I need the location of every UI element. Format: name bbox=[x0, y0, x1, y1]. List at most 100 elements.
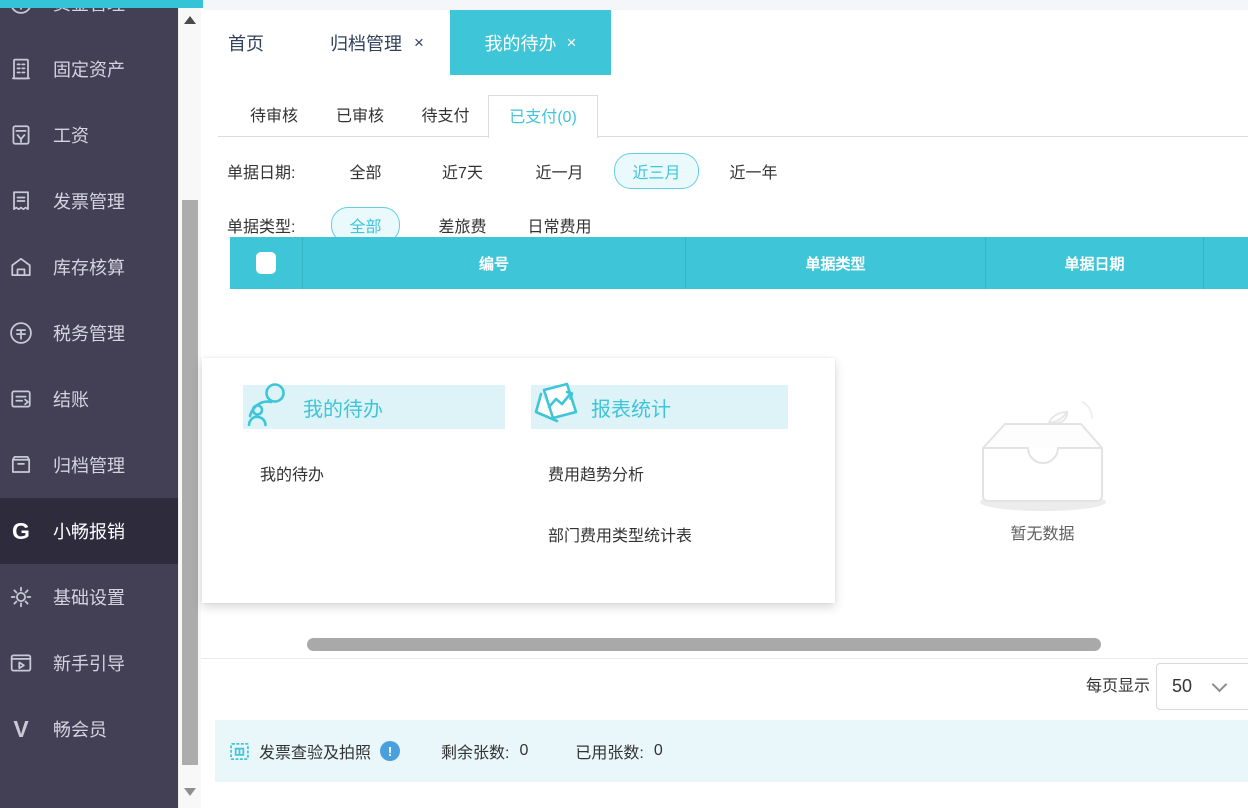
section-items: 我的待办 bbox=[243, 461, 505, 485]
used-count-label: 已用张数: bbox=[575, 745, 644, 762]
page-size-label: 每页显示 bbox=[1085, 678, 1150, 695]
filter-type-travel[interactable]: 差旅费 bbox=[414, 213, 511, 237]
horizontal-scrollbar-thumb[interactable] bbox=[307, 638, 1101, 651]
sidebar-scrollbar[interactable] bbox=[178, 0, 201, 808]
checkout-icon bbox=[6, 384, 36, 414]
table-column-number: 编号 bbox=[302, 237, 685, 289]
section-header-todo: 我的待办 bbox=[243, 383, 505, 429]
table-column-extra bbox=[1203, 237, 1248, 289]
sidebar-item-label: 基础设置 bbox=[53, 588, 125, 608]
settings-gear-icon bbox=[6, 582, 36, 612]
pagination-bar: 每页显示 50 bbox=[201, 663, 1248, 710]
sidebar-item-payroll[interactable]: 工资 bbox=[0, 102, 178, 168]
bottom-divider bbox=[201, 658, 1248, 659]
empty-state: 暂无数据 bbox=[955, 390, 1130, 544]
sidebar-item-label: 工资 bbox=[53, 126, 89, 146]
sidebar-item-label: 库存核算 bbox=[53, 258, 125, 278]
remaining-count-label: 剩余张数: bbox=[441, 745, 510, 762]
selected-pill[interactable]: 近三月 bbox=[614, 153, 699, 189]
sidebar-item-tax[interactable]: 税务管理 bbox=[0, 300, 178, 366]
subtab-reviewed[interactable]: 已审核 bbox=[333, 96, 387, 138]
sidebar-menu: 资金管理 固定资产 工资 发票管理 bbox=[0, 0, 178, 762]
select-all-checkbox[interactable] bbox=[256, 252, 276, 274]
invoice-stamp-icon bbox=[228, 740, 259, 763]
sidebar-item-label: 小畅报销 bbox=[53, 522, 125, 542]
quick-menu-section-todo: 我的待办 我的待办 bbox=[243, 383, 505, 485]
sidebar-scrollbar-thumb[interactable] bbox=[182, 200, 198, 765]
archive-icon bbox=[6, 450, 36, 480]
filter-type-daily[interactable]: 日常费用 bbox=[511, 213, 608, 237]
close-icon[interactable]: × bbox=[567, 33, 577, 53]
sidebar-item-label: 固定资产 bbox=[53, 60, 125, 80]
quick-menu-popup: 我的待办 我的待办 报表统计 费用趋势分析 部门费用类型统计表 bbox=[202, 358, 835, 603]
status-sub-tabs: 待审核 已审核 待支付 已支付(0) bbox=[201, 95, 1248, 138]
sidebar-top-accent-strip bbox=[0, 0, 203, 8]
page-size-value: 50 bbox=[1172, 676, 1193, 696]
sidebar-item-label: 畅会员 bbox=[53, 720, 107, 740]
filter-date-1year[interactable]: 近一年 bbox=[705, 159, 802, 183]
empty-box-icon bbox=[980, 401, 1106, 511]
subtab-pending-review[interactable]: 待审核 bbox=[247, 96, 301, 138]
quick-menu-item-dept-expense-table[interactable]: 部门费用类型统计表 bbox=[548, 522, 788, 546]
tab-archive-management[interactable]: 归档管理 × bbox=[330, 10, 424, 75]
info-icon[interactable]: ! bbox=[380, 741, 401, 761]
app-window: 资金管理 固定资产 工资 发票管理 bbox=[0, 0, 1248, 808]
filter-date-label: 单据日期: bbox=[227, 165, 296, 182]
main-tab-bar: 首页 归档管理 × 我的待办 × bbox=[201, 10, 1248, 88]
todo-person-icon bbox=[247, 383, 285, 427]
payroll-icon bbox=[6, 120, 36, 150]
subtab-paid[interactable]: 已支付(0) bbox=[488, 95, 598, 138]
tax-icon bbox=[6, 318, 36, 348]
invoice-icon bbox=[6, 186, 36, 216]
inventory-icon bbox=[6, 252, 36, 282]
filter-date-3months-selected[interactable]: 近三月 bbox=[608, 153, 705, 189]
sidebar-item-settings[interactable]: 基础设置 bbox=[0, 564, 178, 630]
invoice-check-label[interactable]: 发票查验及拍照 bbox=[259, 739, 371, 763]
sidebar-item-label: 归档管理 bbox=[53, 456, 125, 476]
sidebar-item-label: 税务管理 bbox=[53, 324, 125, 344]
sidebar-item-archive[interactable]: 归档管理 bbox=[0, 432, 178, 498]
sidebar: 资金管理 固定资产 工资 发票管理 bbox=[0, 0, 178, 808]
invoice-footer-bar: 发票查验及拍照 ! 剩余张数: 0 已用张数: 0 bbox=[215, 720, 1248, 782]
scroll-down-arrow-icon[interactable] bbox=[184, 788, 196, 796]
chevron-down-icon bbox=[1211, 676, 1228, 693]
member-icon: V bbox=[13, 715, 29, 742]
sidebar-item-label: 结账 bbox=[53, 390, 89, 410]
sidebar-item-beginner-guide[interactable]: 新手引导 bbox=[0, 630, 178, 696]
sidebar-item-member[interactable]: V 畅会员 bbox=[0, 696, 178, 762]
empty-state-text: 暂无数据 bbox=[1010, 526, 1075, 543]
quick-menu-section-reports: 报表统计 费用趋势分析 部门费用类型统计表 bbox=[531, 382, 788, 546]
sidebar-item-label: 新手引导 bbox=[53, 654, 125, 674]
sidebar-item-fixed-assets[interactable]: 固定资产 bbox=[0, 36, 178, 102]
tab-home[interactable]: 首页 bbox=[228, 10, 264, 75]
section-items: 费用趋势分析 部门费用类型统计表 bbox=[531, 461, 788, 546]
tab-my-todo[interactable]: 我的待办 × bbox=[450, 10, 611, 75]
filter-row-date: 单据日期: 全部 近7天 近一月 近三月 近一年 bbox=[201, 150, 1248, 192]
table-column-type: 单据类型 bbox=[685, 237, 985, 289]
quick-menu-item-my-todo[interactable]: 我的待办 bbox=[260, 461, 505, 485]
scroll-up-arrow-icon[interactable] bbox=[184, 16, 196, 24]
table-select-all-cell bbox=[230, 237, 302, 289]
table-column-date: 单据日期 bbox=[985, 237, 1203, 289]
section-title: 我的待办 bbox=[303, 398, 383, 421]
sidebar-item-inventory[interactable]: 库存核算 bbox=[0, 234, 178, 300]
filter-date-7days[interactable]: 近7天 bbox=[414, 159, 511, 183]
beginner-guide-icon bbox=[6, 648, 36, 678]
sidebar-item-checkout[interactable]: 结账 bbox=[0, 366, 178, 432]
close-icon[interactable]: × bbox=[414, 33, 424, 53]
sidebar-item-xiaochang-expense[interactable]: G 小畅报销 bbox=[0, 498, 178, 564]
content-top-strip bbox=[203, 0, 1248, 10]
main-content: 首页 归档管理 × 我的待办 × 待审核 已审核 待支付 已支付(0) 单据日期… bbox=[201, 0, 1248, 808]
page-size-select[interactable]: 50 bbox=[1156, 663, 1248, 710]
filter-date-1month[interactable]: 近一月 bbox=[511, 159, 608, 183]
sidebar-item-invoice[interactable]: 发票管理 bbox=[0, 168, 178, 234]
fixed-assets-icon bbox=[6, 54, 36, 84]
filter-type-label: 单据类型: bbox=[227, 219, 296, 236]
quick-menu-item-expense-trend[interactable]: 费用趋势分析 bbox=[548, 461, 788, 485]
remaining-count-value: 0 bbox=[519, 742, 529, 759]
used-count-value: 0 bbox=[653, 742, 663, 759]
subtab-pending-payment[interactable]: 待支付 bbox=[418, 96, 473, 138]
report-stats-icon bbox=[534, 382, 578, 423]
filter-date-all[interactable]: 全部 bbox=[317, 159, 414, 183]
xiaochang-logo-icon: G bbox=[12, 517, 30, 544]
